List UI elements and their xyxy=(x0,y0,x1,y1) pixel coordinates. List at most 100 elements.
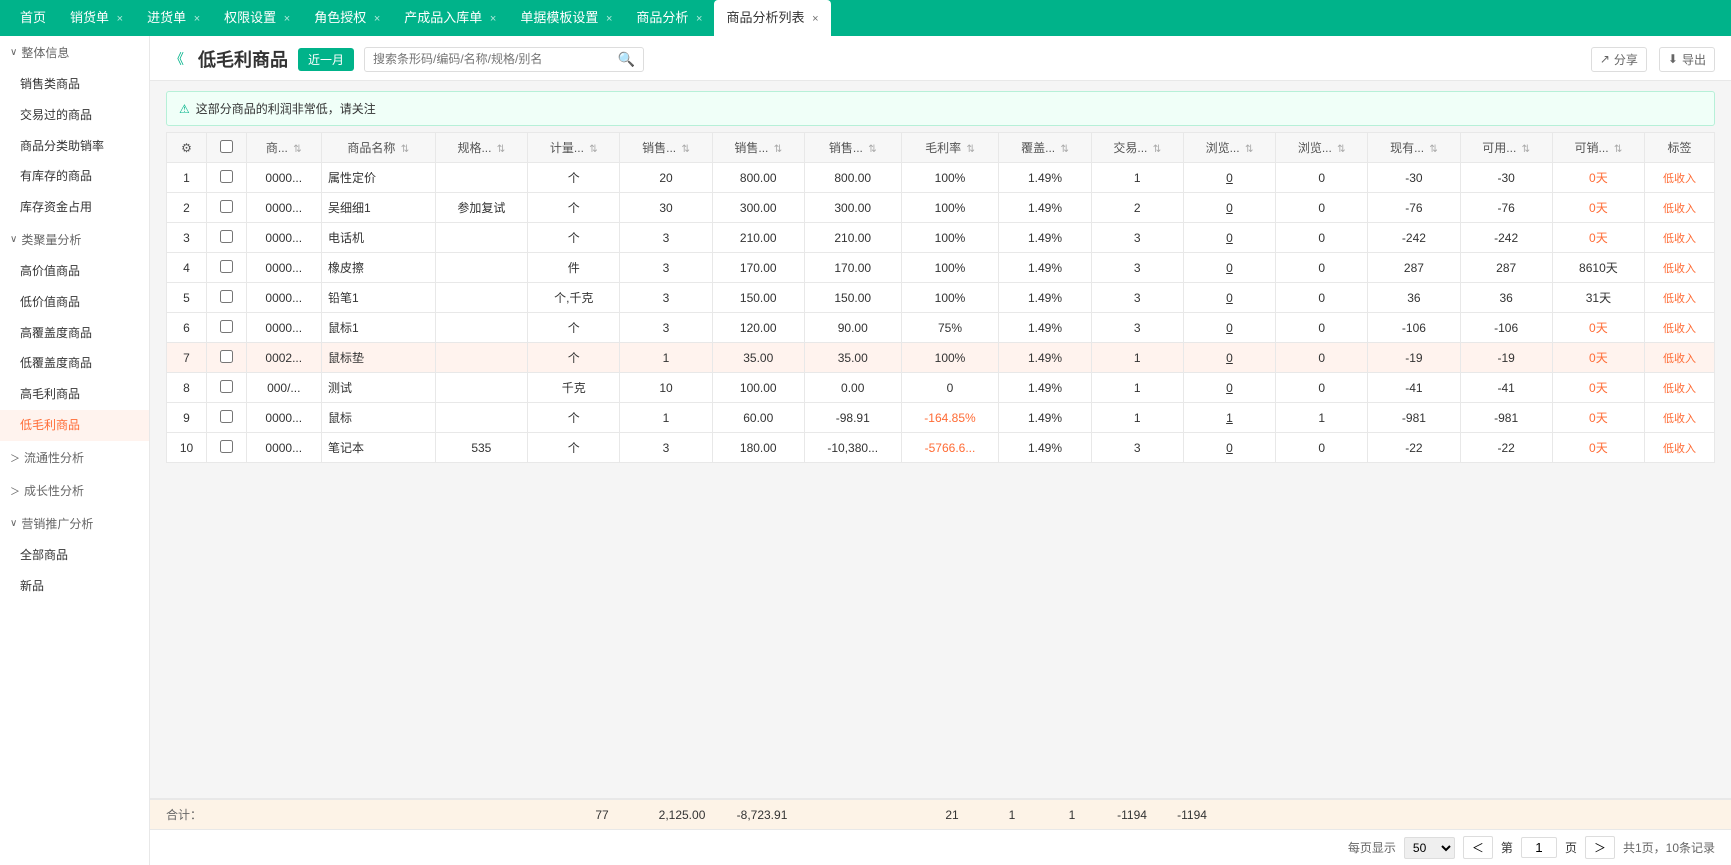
collapse-sidebar-btn[interactable]: 《 xyxy=(166,49,188,69)
col-stock-available[interactable]: 可用... ⇅ xyxy=(1460,133,1552,163)
close-icon[interactable]: × xyxy=(117,13,123,25)
row-browse1[interactable]: 0 xyxy=(1183,163,1275,193)
row-browse1[interactable]: 0 xyxy=(1183,283,1275,313)
col-gross-margin[interactable]: 毛利率 ⇅ xyxy=(901,133,999,163)
sidebar-item-high-value[interactable]: 高价值商品 xyxy=(0,256,149,287)
row-browse1[interactable]: 0 xyxy=(1183,373,1275,403)
row-checkbox[interactable] xyxy=(207,433,246,463)
close-icon[interactable]: × xyxy=(374,13,380,25)
nav-product-analysis[interactable]: 商品分析 × xyxy=(624,0,714,36)
close-icon[interactable]: × xyxy=(696,13,702,25)
col-coverage[interactable]: 覆盖... ⇅ xyxy=(999,133,1091,163)
sidebar-item-stock-funds[interactable]: 库存资金占用 xyxy=(0,192,149,223)
row-browse1[interactable]: 0 xyxy=(1183,313,1275,343)
close-icon[interactable]: × xyxy=(812,13,818,25)
share-button[interactable]: ↗ 分享 xyxy=(1591,47,1647,72)
prev-page-button[interactable]: ＜ xyxy=(1463,836,1493,859)
nav-home[interactable]: 首页 xyxy=(8,0,58,36)
sidebar-item-new-goods[interactable]: 新品 xyxy=(0,571,149,602)
close-icon[interactable]: × xyxy=(194,13,200,25)
close-icon[interactable]: × xyxy=(284,13,290,25)
row-checkbox[interactable] xyxy=(207,193,246,223)
col-tag[interactable]: 标签 xyxy=(1645,133,1715,163)
col-spec[interactable]: 规格... ⇅ xyxy=(435,133,528,163)
col-settings[interactable]: ⚙ xyxy=(167,133,207,163)
browse1-value[interactable]: 1 xyxy=(1226,411,1233,425)
sidebar-group-cluster[interactable]: ∨ 类聚量分析 xyxy=(0,223,149,256)
row-select-checkbox[interactable] xyxy=(220,230,233,243)
col-unit[interactable]: 计量... ⇅ xyxy=(528,133,620,163)
nav-purchase[interactable]: 进货单 × xyxy=(135,0,212,36)
row-select-checkbox[interactable] xyxy=(220,410,233,423)
row-checkbox[interactable] xyxy=(207,283,246,313)
sidebar-item-traded-goods[interactable]: 交易过的商品 xyxy=(0,100,149,131)
row-checkbox[interactable] xyxy=(207,253,246,283)
col-name[interactable]: 商品名称 ⇅ xyxy=(322,133,436,163)
sidebar-item-low-value[interactable]: 低价值商品 xyxy=(0,287,149,318)
col-checkbox[interactable] xyxy=(207,133,246,163)
sidebar-group-overall[interactable]: ∨ 整体信息 xyxy=(0,36,149,69)
browse1-value[interactable]: 0 xyxy=(1226,381,1233,395)
date-filter-button[interactable]: 近一月 xyxy=(298,48,354,71)
col-browse1[interactable]: 浏览... ⇅ xyxy=(1183,133,1275,163)
sidebar-item-sales-goods[interactable]: 销售类商品 xyxy=(0,69,149,100)
browse1-value[interactable]: 0 xyxy=(1226,201,1233,215)
row-checkbox[interactable] xyxy=(207,403,246,433)
sidebar-item-low-margin[interactable]: 低毛利商品 xyxy=(0,410,149,441)
row-select-checkbox[interactable] xyxy=(220,170,233,183)
row-checkbox[interactable] xyxy=(207,373,246,403)
col-browse2[interactable]: 浏览... ⇅ xyxy=(1276,133,1368,163)
row-checkbox[interactable] xyxy=(207,163,246,193)
close-icon[interactable]: × xyxy=(490,13,496,25)
page-input[interactable] xyxy=(1521,837,1557,858)
row-select-checkbox[interactable] xyxy=(220,350,233,363)
search-icon[interactable]: 🔍 xyxy=(618,51,635,68)
browse1-value[interactable]: 0 xyxy=(1226,261,1233,275)
nav-sales[interactable]: 销货单 × xyxy=(58,0,135,36)
sidebar-item-high-coverage[interactable]: 高覆盖度商品 xyxy=(0,318,149,349)
export-button[interactable]: ⬇ 导出 xyxy=(1659,47,1715,72)
nav-permission[interactable]: 权限设置 × xyxy=(212,0,302,36)
search-input[interactable] xyxy=(373,52,618,66)
browse1-value[interactable]: 0 xyxy=(1226,441,1233,455)
nav-role[interactable]: 角色授权 × xyxy=(302,0,392,36)
nav-product-analysis-list[interactable]: 商品分析列表 × xyxy=(714,0,830,36)
per-page-select[interactable]: 50 100 200 xyxy=(1404,837,1455,859)
col-sales-price[interactable]: 销售... ⇅ xyxy=(712,133,804,163)
browse1-value[interactable]: 0 xyxy=(1226,231,1233,245)
sidebar-item-high-margin[interactable]: 高毛利商品 xyxy=(0,379,149,410)
sidebar-item-low-coverage[interactable]: 低覆盖度商品 xyxy=(0,348,149,379)
sidebar-item-in-stock[interactable]: 有库存的商品 xyxy=(0,161,149,192)
sidebar-group-marketing[interactable]: ∨ 营销推广分析 xyxy=(0,507,149,540)
col-trade[interactable]: 交易... ⇅ xyxy=(1091,133,1183,163)
row-browse1[interactable]: 0 xyxy=(1183,253,1275,283)
select-all-checkbox[interactable] xyxy=(220,140,233,153)
row-checkbox[interactable] xyxy=(207,313,246,343)
col-stock-current[interactable]: 现有... ⇅ xyxy=(1368,133,1460,163)
row-browse1[interactable]: 0 xyxy=(1183,433,1275,463)
col-sales-qty[interactable]: 销售... ⇅ xyxy=(620,133,712,163)
browse1-value[interactable]: 0 xyxy=(1226,291,1233,305)
row-select-checkbox[interactable] xyxy=(220,320,233,333)
sidebar-group-flow[interactable]: ＞ 流通性分析 xyxy=(0,441,149,474)
sidebar-group-growth[interactable]: ＞ 成长性分析 xyxy=(0,474,149,507)
row-browse1[interactable]: 1 xyxy=(1183,403,1275,433)
browse1-value[interactable]: 0 xyxy=(1226,171,1233,185)
row-select-checkbox[interactable] xyxy=(220,260,233,273)
nav-product-entry[interactable]: 产成品入库单 × xyxy=(392,0,508,36)
col-sales-amount[interactable]: 销售... ⇅ xyxy=(804,133,901,163)
row-select-checkbox[interactable] xyxy=(220,440,233,453)
row-browse1[interactable]: 0 xyxy=(1183,193,1275,223)
close-icon[interactable]: × xyxy=(606,13,612,25)
nav-template[interactable]: 单据模板设置 × xyxy=(508,0,624,36)
sidebar-item-all-goods[interactable]: 全部商品 xyxy=(0,540,149,571)
browse1-value[interactable]: 0 xyxy=(1226,351,1233,365)
row-checkbox[interactable] xyxy=(207,343,246,373)
row-select-checkbox[interactable] xyxy=(220,290,233,303)
row-select-checkbox[interactable] xyxy=(220,200,233,213)
browse1-value[interactable]: 0 xyxy=(1226,321,1233,335)
row-browse1[interactable]: 0 xyxy=(1183,223,1275,253)
col-sellable-days[interactable]: 可销... ⇅ xyxy=(1552,133,1644,163)
sidebar-item-category-rate[interactable]: 商品分类助销率 xyxy=(0,131,149,162)
row-browse1[interactable]: 0 xyxy=(1183,343,1275,373)
